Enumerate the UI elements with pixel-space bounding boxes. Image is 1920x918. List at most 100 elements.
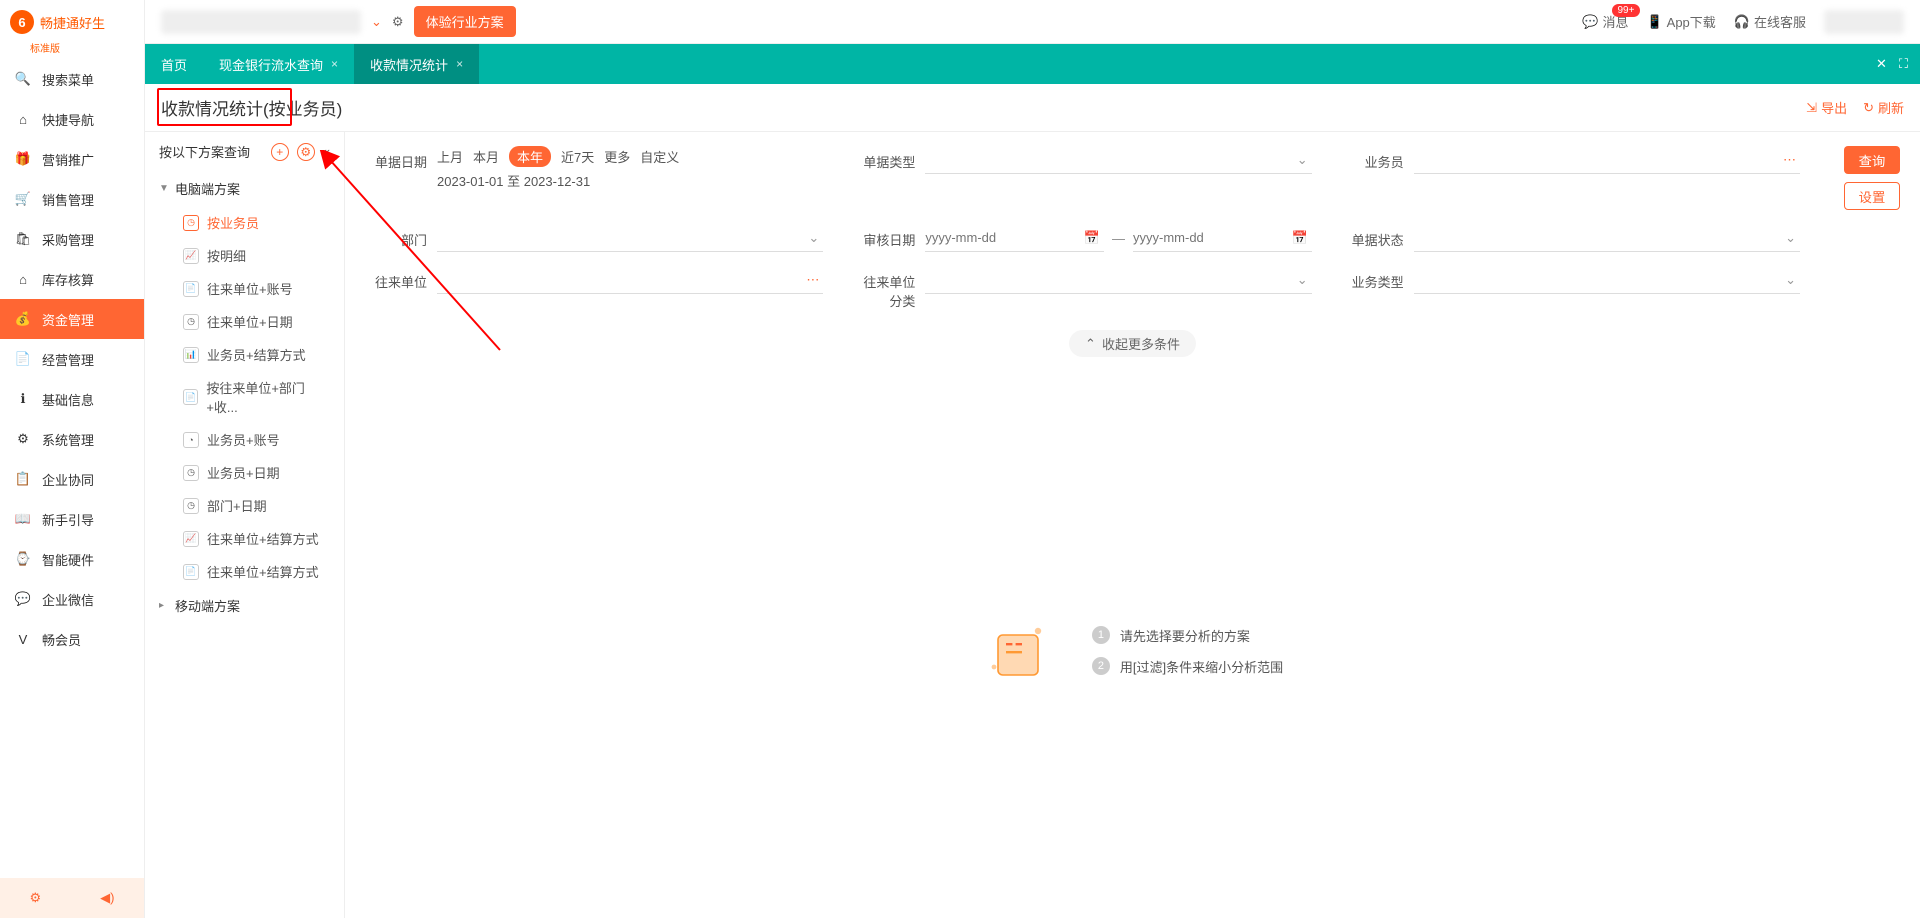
chevron-down-icon: ⌄ [1785, 272, 1796, 288]
app-download-label: App下载 [1667, 12, 1716, 31]
nav-label: 资金管理 [42, 310, 94, 329]
tree-item-0-3[interactable]: ◷往来单位+日期 [159, 305, 330, 338]
nav-item-9[interactable]: ⚙系统管理 [0, 419, 144, 459]
audit-date-label: 审核日期 [853, 224, 915, 249]
online-service-link[interactable]: 🎧 在线客服 [1734, 12, 1806, 31]
tree-item-0-6[interactable]: ◔业务员+账号 [159, 423, 330, 456]
date-quick-更多[interactable]: 更多 [604, 147, 630, 166]
online-service-label: 在线客服 [1754, 12, 1806, 31]
doc-icon: 📄 [14, 350, 32, 368]
messages-link[interactable]: 💬 消息 99+ [1582, 12, 1628, 31]
nav-item-2[interactable]: 🎁营销推广 [0, 139, 144, 179]
tree-item-0-8[interactable]: ◷部门+日期 [159, 489, 330, 522]
tree-item-label: 往来单位+账号 [207, 279, 293, 298]
audit-date-from[interactable]: 📅 [925, 224, 1104, 252]
department-input[interactable]: ⌄ [437, 224, 823, 252]
step-1-label: 请先选择要分析的方案 [1120, 626, 1250, 645]
nav-item-0[interactable]: 🔍搜索菜单 [0, 59, 144, 99]
date-quick-上月[interactable]: 上月 [437, 147, 463, 166]
partner-cat-input[interactable]: ⌄ [925, 266, 1311, 294]
biz-type-input[interactable]: ⌄ [1414, 266, 1800, 294]
add-scheme-button[interactable]: + [271, 143, 289, 161]
close-all-icon[interactable]: ✕ [1876, 56, 1887, 72]
chevron-down-icon: ⌄ [1785, 230, 1796, 246]
search-icon: 🔍 [14, 70, 32, 88]
clock-icon: ◷ [183, 215, 199, 231]
nav-item-7[interactable]: 📄经营管理 [0, 339, 144, 379]
user-menu[interactable] [1824, 10, 1904, 34]
query-button[interactable]: 查询 [1844, 146, 1900, 174]
tab-1[interactable]: 现金银行流水查询× [203, 44, 354, 84]
nav-item-1[interactable]: ⌂快捷导航 [0, 99, 144, 139]
date-quick-本年[interactable]: 本年 [509, 146, 551, 167]
clock-icon: ◷ [183, 314, 199, 330]
collapse-panel-button[interactable]: « [323, 144, 330, 159]
chevron-down-icon[interactable]: ⌄ [371, 14, 382, 30]
scheme-panel: 按以下方案查询 + ⚙ « ▼电脑端方案◷按业务员📈按明细📄往来单位+账号◷往来… [145, 132, 345, 918]
date-quick-picker: 上月本月本年近7天更多自定义 [437, 146, 823, 167]
nav-item-5[interactable]: ⌂库存核算 [0, 259, 144, 299]
nav-item-11[interactable]: 📖新手引导 [0, 499, 144, 539]
clock-icon: ◷ [183, 465, 199, 481]
tree-item-0-4[interactable]: 📊业务员+结算方式 [159, 338, 330, 371]
tab-2[interactable]: 收款情况统计× [354, 44, 479, 84]
device-icon: ⌚ [14, 550, 32, 568]
date-range: 2023-01-01 至 2023-12-31 [437, 171, 823, 190]
tree-group-0[interactable]: ▼电脑端方案 [159, 171, 330, 206]
audit-date-to[interactable]: 📅 [1133, 224, 1312, 252]
gear-icon[interactable]: ⚙ [392, 14, 404, 30]
app-download-link[interactable]: 📱 App下载 [1646, 12, 1715, 31]
nav-item-3[interactable]: 🛒销售管理 [0, 179, 144, 219]
tree-arrow-icon: ▸ [159, 600, 169, 611]
tree-item-0-2[interactable]: 📄往来单位+账号 [159, 272, 330, 305]
tree-item-0-7[interactable]: ◷业务员+日期 [159, 456, 330, 489]
nav-item-8[interactable]: ℹ基础信息 [0, 379, 144, 419]
nav-item-12[interactable]: ⌚ 智能硬件 [0, 539, 144, 579]
bill-type-input[interactable]: ⌄ [925, 146, 1311, 174]
nav-item-6[interactable]: 💰资金管理 [0, 299, 144, 339]
tree-item-label: 业务员+结算方式 [207, 345, 306, 364]
collapse-filters-button[interactable]: ⌃ 收起更多条件 [1069, 330, 1196, 357]
nav-item-13[interactable]: 💬企业微信 [0, 579, 144, 619]
tree-item-0-0[interactable]: ◷按业务员 [159, 206, 330, 239]
logo-edition: 标准版 [30, 40, 144, 55]
tab-close-icon[interactable]: × [331, 57, 338, 71]
bag-icon: 🛍 [14, 230, 32, 248]
sound-icon[interactable]: ◀) [100, 890, 114, 906]
tree-item-0-1[interactable]: 📈按明细 [159, 239, 330, 272]
nav-label: 智能硬件 [42, 550, 94, 569]
fullscreen-icon[interactable]: ⛶ [1899, 56, 1908, 72]
gear-icon: ⚙ [14, 430, 32, 448]
date-quick-近7天[interactable]: 近7天 [561, 147, 594, 166]
tab-close-icon[interactable]: × [456, 57, 463, 71]
export-icon: ⇲ [1806, 100, 1817, 116]
tree-group-label: 移动端方案 [175, 596, 240, 615]
empty-state: 1 请先选择要分析的方案 2 用[过滤]条件来缩小分析范围 [365, 397, 1900, 904]
export-button[interactable]: ⇲ 导出 [1806, 98, 1847, 117]
date-quick-本月[interactable]: 本月 [473, 147, 499, 166]
tab-0[interactable]: 首页 [145, 44, 203, 84]
partner-input[interactable]: ⋯ [437, 266, 823, 294]
settings-icon[interactable]: ⚙ [30, 890, 42, 906]
tree-group-1[interactable]: ▸ 移动端方案 [159, 588, 330, 623]
tabs: 首页现金银行流水查询×收款情况统计× ✕ ⛶ [145, 44, 1920, 84]
tree-group-label: 电脑端方案 [175, 179, 240, 198]
experience-button[interactable]: 体验行业方案 [414, 6, 516, 37]
tree-item-0-9[interactable]: 📈往来单位+结算方式 [159, 522, 330, 555]
tree-item-0-5[interactable]: 📄按往来单位+部门+收... [159, 371, 330, 423]
step-1: 1 请先选择要分析的方案 [1092, 626, 1283, 645]
bill-status-input[interactable]: ⌄ [1414, 224, 1800, 252]
salesman-input[interactable]: ⋯ [1414, 146, 1800, 174]
nav-item-14[interactable]: V畅会员 [0, 619, 144, 659]
logo-icon: 6 [10, 10, 34, 34]
tree-item-0-10[interactable]: 📄往来单位+结算方式 [159, 555, 330, 588]
phone-icon: 📱 [1646, 14, 1662, 30]
date-quick-自定义[interactable]: 自定义 [640, 147, 679, 166]
nav-item-4[interactable]: 🛍采购管理 [0, 219, 144, 259]
tree-item-label: 往来单位+结算方式 [207, 562, 319, 581]
nav-item-10[interactable]: 📋企业协同 [0, 459, 144, 499]
settings-button[interactable]: 设置 [1844, 182, 1900, 210]
org-selector[interactable] [161, 10, 361, 34]
refresh-button[interactable]: ↻ 刷新 [1863, 98, 1904, 117]
scheme-settings-button[interactable]: ⚙ [297, 143, 315, 161]
